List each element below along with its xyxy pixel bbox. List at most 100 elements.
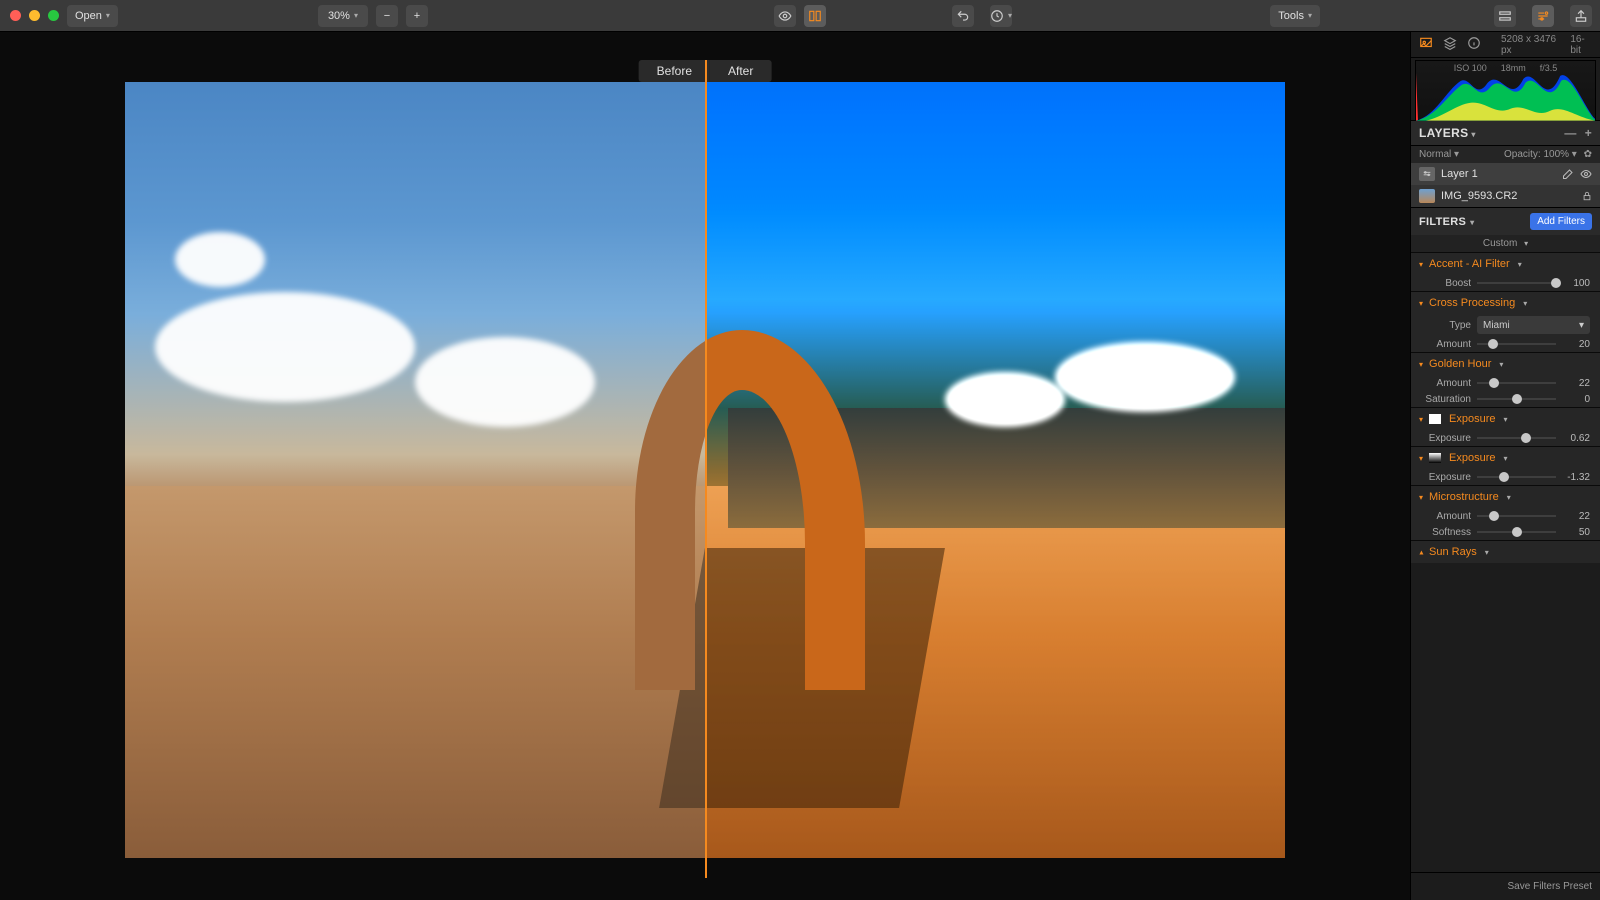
type-dropdown[interactable]: Miami▾ <box>1477 316 1590 334</box>
chevron-down-icon: ▾ <box>1518 260 1522 269</box>
chevron-down-icon: ▾ <box>1523 299 1527 308</box>
side-panel-toggle-button[interactable] <box>1532 5 1554 27</box>
slider[interactable] <box>1477 526 1556 538</box>
filter-param: Softness50 <box>1411 524 1600 540</box>
slider[interactable] <box>1477 277 1556 289</box>
after-label: After <box>710 60 771 82</box>
zoom-in-button[interactable]: + <box>406 5 428 27</box>
compare-button[interactable] <box>804 5 826 27</box>
slider[interactable] <box>1477 338 1556 350</box>
bit-depth: 16-bit <box>1570 34 1592 56</box>
canvas-area: Before After <box>0 32 1410 900</box>
histogram-tab-icon[interactable] <box>1419 36 1433 53</box>
slider[interactable] <box>1477 432 1556 444</box>
mask-swatch-icon <box>1429 453 1441 463</box>
disclosure-triangle-icon: ▸ <box>1417 550 1426 554</box>
filter-group: ▾ Accent - AI Filter ▾ Boost100 <box>1411 252 1600 291</box>
close-window-button[interactable] <box>10 10 21 21</box>
presets-panel-button[interactable] <box>1494 5 1516 27</box>
layers-title: LAYERS <box>1419 126 1468 140</box>
filter-group-header[interactable]: ▸Sun Rays ▾ <box>1411 541 1600 563</box>
layer-row[interactable]: Layer 1 <box>1411 163 1600 185</box>
info-tab-icon[interactable] <box>1467 36 1481 53</box>
zoom-level-dropdown[interactable]: 30% ▾ <box>318 5 368 27</box>
layer-name: IMG_9593.CR2 <box>1441 190 1576 202</box>
add-filters-button[interactable]: Add Filters <box>1530 213 1592 230</box>
layer-brush-icon[interactable] <box>1562 168 1574 180</box>
chevron-down-icon: ▾ <box>1008 11 1012 20</box>
layers-section-header[interactable]: LAYERS▾ — + <box>1411 120 1600 146</box>
mask-swatch-icon <box>1429 414 1441 424</box>
undo-button[interactable] <box>952 5 974 27</box>
param-label: Amount <box>1421 378 1471 389</box>
filter-group: ▸Sun Rays ▾ <box>1411 540 1600 563</box>
disclosure-triangle-icon: ▾ <box>1419 415 1423 424</box>
panel-tab-bar: 5208 x 3476 px 16-bit <box>1411 32 1600 58</box>
filter-name: Microstructure <box>1429 491 1499 503</box>
filter-name: Cross Processing <box>1429 297 1515 309</box>
top-toolbar: Open ▾ 30% ▾ − + <box>0 0 1600 32</box>
param-value: 22 <box>1562 378 1590 389</box>
filters-section-header: FILTERS▾ Add Filters <box>1411 207 1600 235</box>
filter-group: ▾Microstructure▾Amount22Softness50 <box>1411 485 1600 540</box>
slider[interactable] <box>1477 510 1556 522</box>
filters-preset-dropdown[interactable]: Custom ▾ <box>1483 238 1528 249</box>
filter-group-header[interactable]: ▾Microstructure▾ <box>1411 486 1600 508</box>
filter-param: Boost100 <box>1411 275 1600 291</box>
image-dimensions: 5208 x 3476 px <box>1501 34 1560 56</box>
open-button[interactable]: Open ▾ <box>67 5 118 27</box>
window-controls <box>10 10 59 21</box>
slider[interactable] <box>1477 393 1556 405</box>
filter-group: ▾Golden Hour▾ Amount 22 Saturation 0 <box>1411 352 1600 407</box>
param-label: Exposure <box>1421 472 1471 483</box>
chevron-down-icon: ▾ <box>1504 454 1508 463</box>
opacity-value: 100% <box>1543 149 1569 160</box>
filter-name: Sun Rays <box>1429 546 1477 558</box>
collapse-layers-icon[interactable]: — <box>1564 126 1576 140</box>
filter-param: Exposure -1.32 <box>1411 469 1600 485</box>
minimize-window-button[interactable] <box>29 10 40 21</box>
filter-group: ▾Exposure▾Exposure0.62 <box>1411 407 1600 446</box>
chevron-down-icon: ▾ <box>1499 360 1503 369</box>
slider[interactable] <box>1477 377 1556 389</box>
history-button[interactable]: ▾ <box>990 5 1012 27</box>
layer-visibility-icon[interactable] <box>1580 168 1592 180</box>
layers-tab-icon[interactable] <box>1443 36 1457 53</box>
layer-row[interactable]: IMG_9593.CR2 <box>1411 185 1600 207</box>
param-label: Exposure <box>1421 433 1471 444</box>
filter-group-header[interactable]: ▾Exposure▾ <box>1411 447 1600 469</box>
save-filters-preset-button[interactable]: Save Filters Preset <box>1508 881 1592 892</box>
disclosure-triangle-icon: ▾ <box>1419 260 1423 269</box>
param-value: -1.32 <box>1562 472 1590 483</box>
disclosure-triangle-icon: ▾ <box>1419 454 1423 463</box>
layer-settings-icon[interactable]: ✿ <box>1584 149 1592 160</box>
slider[interactable] <box>1477 471 1556 483</box>
tools-dropdown[interactable]: Tools ▾ <box>1270 5 1320 27</box>
quick-preview-button[interactable] <box>774 5 796 27</box>
filter-group-header[interactable]: ▾ Cross Processing ▾ <box>1411 292 1600 314</box>
add-layer-icon[interactable]: + <box>1585 126 1592 140</box>
blend-mode-dropdown[interactable]: Normal ▾ <box>1419 149 1459 160</box>
param-value: 0 <box>1562 394 1590 405</box>
filter-group-header[interactable]: ▾Exposure▾ <box>1411 408 1600 430</box>
filter-name: Accent - AI Filter <box>1429 258 1510 270</box>
open-button-label: Open <box>75 10 102 22</box>
filter-param: Amount20 <box>1411 336 1600 352</box>
filter-name: Exposure <box>1449 413 1495 425</box>
zoom-out-button[interactable]: − <box>376 5 398 27</box>
histogram[interactable]: ISO 100 18mm f/3.5 <box>1415 60 1596 120</box>
type-value: Miami <box>1483 320 1510 331</box>
layer-lock-icon[interactable] <box>1582 191 1592 201</box>
filter-group-header[interactable]: ▾Golden Hour▾ <box>1411 353 1600 375</box>
filter-group-header[interactable]: ▾ Accent - AI Filter ▾ <box>1411 253 1600 275</box>
layer-name: Layer 1 <box>1441 168 1556 180</box>
param-label: Saturation <box>1421 394 1471 405</box>
compare-divider-handle[interactable] <box>705 60 707 878</box>
zoom-window-button[interactable] <box>48 10 59 21</box>
disclosure-triangle-icon: ▾ <box>1419 299 1423 308</box>
chevron-down-icon: ▾ <box>1485 548 1489 557</box>
param-value: 20 <box>1562 339 1590 350</box>
export-button[interactable] <box>1570 5 1592 27</box>
filter-param: Amount 22 <box>1411 375 1600 391</box>
image-canvas[interactable]: Before After <box>125 82 1285 858</box>
